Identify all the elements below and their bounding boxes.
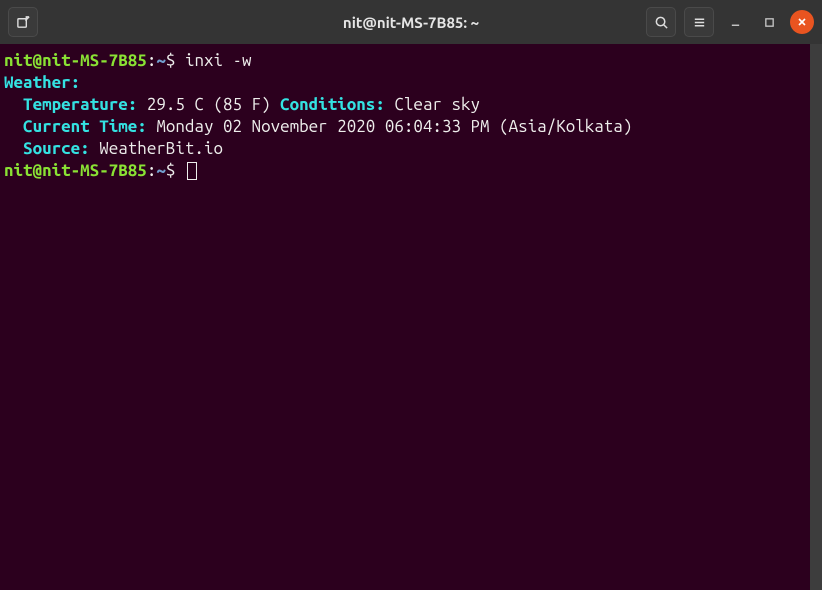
titlebar: nit@nit-MS-7B85: ~	[0, 0, 822, 44]
prompt-userhost: nit@nit-MS-7B85	[4, 51, 147, 70]
prompt-sep: :	[147, 161, 157, 180]
prompt-path: ~	[156, 161, 166, 180]
source-value: WeatherBit.io	[99, 139, 223, 158]
cond-value: Clear sky	[394, 95, 480, 114]
cursor-icon	[187, 162, 197, 180]
prompt-sigil: $	[166, 161, 176, 180]
menu-button[interactable]	[684, 7, 714, 37]
output-time-line: Current Time: Monday 02 November 2020 06…	[4, 116, 806, 138]
minimize-button[interactable]	[722, 9, 748, 35]
window-title: nit@nit-MS-7B85: ~	[343, 14, 479, 31]
cond-label: Conditions:	[280, 95, 385, 114]
new-tab-button[interactable]	[8, 7, 38, 37]
prompt-sep: :	[147, 51, 157, 70]
search-button[interactable]	[646, 7, 676, 37]
time-value: Monday 02 November 2020 06:04:33 PM (Asi…	[156, 117, 632, 136]
source-label: Source:	[23, 139, 90, 158]
output-source-line: Source: WeatherBit.io	[4, 138, 806, 160]
prompt-line-2: nit@nit-MS-7B85:~$	[4, 160, 806, 182]
terminal-area[interactable]: nit@nit-MS-7B85:~$ inxi -w Weather: Temp…	[0, 44, 822, 590]
output-header: Weather:	[4, 72, 806, 94]
prompt-userhost: nit@nit-MS-7B85	[4, 161, 147, 180]
prompt-line-1: nit@nit-MS-7B85:~$ inxi -w	[4, 50, 806, 72]
prompt-path: ~	[156, 51, 166, 70]
maximize-button[interactable]	[756, 9, 782, 35]
temp-label: Temperature:	[23, 95, 137, 114]
close-button[interactable]	[790, 10, 814, 34]
temp-value: 29.5 C (85 F)	[147, 95, 271, 114]
command-text: inxi -w	[185, 51, 252, 70]
time-label: Current Time:	[23, 117, 147, 136]
output-temp-line: Temperature: 29.5 C (85 F) Conditions: C…	[4, 94, 806, 116]
prompt-sigil: $	[166, 51, 176, 70]
